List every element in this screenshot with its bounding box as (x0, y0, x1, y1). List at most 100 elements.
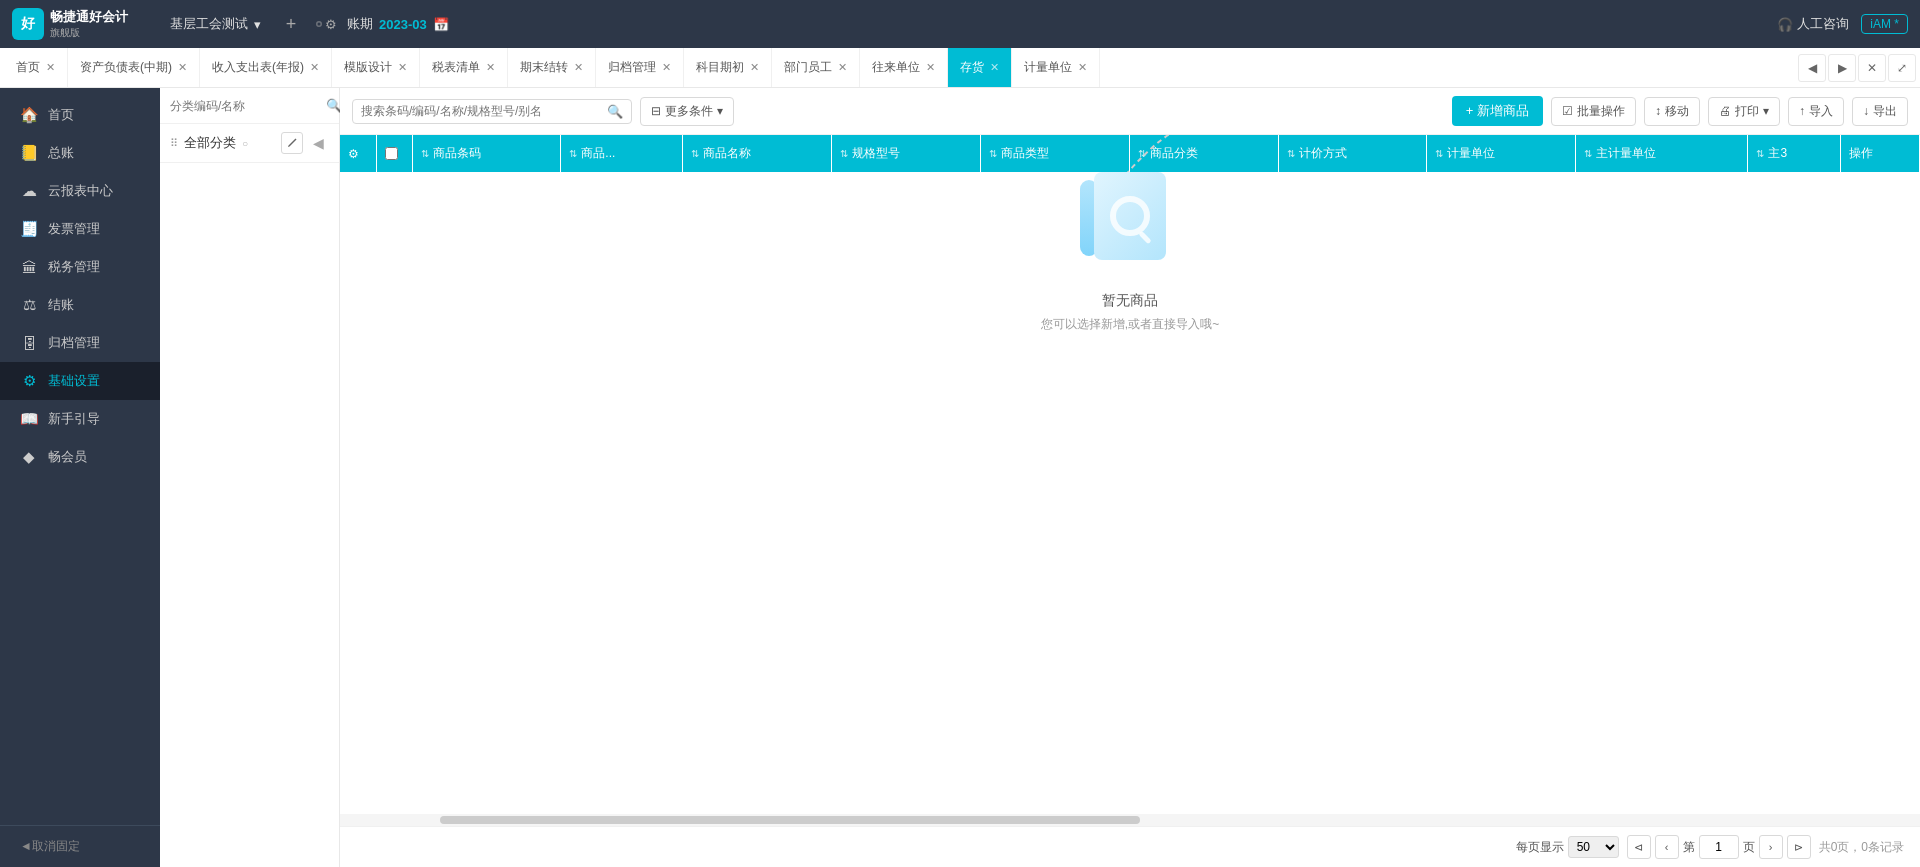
sidebar-item-reports[interactable]: ☁ 云报表中心 (0, 172, 160, 210)
page-number-input[interactable] (1699, 835, 1739, 859)
tab-close[interactable]: ✕ (1078, 61, 1087, 74)
gear-icon: ⚙ (20, 372, 38, 390)
sidebar-item-ledger[interactable]: 📒 总账 (0, 134, 160, 172)
th-main-unit[interactable]: ⇅ 主计量单位 (1576, 135, 1748, 172)
consult-button[interactable]: 🎧 人工咨询 (1777, 15, 1849, 33)
print-button[interactable]: 🖨 打印 ▾ (1708, 97, 1780, 126)
tab-unit[interactable]: 计量单位 ✕ (1012, 48, 1100, 88)
print-dropdown-icon: ▾ (1763, 104, 1769, 118)
tab-tax-list[interactable]: 税表清单 ✕ (420, 48, 508, 88)
account-button[interactable]: iAM * (1861, 14, 1908, 34)
member-icon: ◆ (20, 448, 38, 466)
tab-close[interactable]: ✕ (574, 61, 583, 74)
settings-button[interactable]: ⚙ (313, 12, 337, 36)
tab-homepage[interactable]: 首页 ✕ (4, 48, 68, 88)
panel-collapse-button[interactable]: ◀ (307, 132, 329, 154)
sort-icon: ⇅ (691, 148, 699, 159)
page-size-selector: 每页显示 50 10 20 100 (1516, 836, 1619, 858)
tab-inventory[interactable]: 存货 ✕ (948, 48, 1012, 88)
sidebar-item-archive[interactable]: 🗄 归档管理 (0, 324, 160, 362)
th-settings[interactable]: ⚙ (340, 135, 376, 172)
export-icon: ↓ (1863, 104, 1869, 118)
first-page-button[interactable]: ⊲ (1627, 835, 1651, 859)
add-product-button[interactable]: + 新增商品 (1452, 96, 1543, 126)
th-checkbox[interactable] (376, 135, 412, 172)
th-type[interactable]: ⇅ 商品类型 (980, 135, 1129, 172)
th-barcode[interactable]: ⇅ 商品条码 (412, 135, 561, 172)
import-button[interactable]: ↑ 导入 (1788, 97, 1844, 126)
content-area: 🔍 ⠿ 全部分类 ○ ◀ 🔍 (160, 88, 1920, 867)
page-navigation: ⊲ ‹ 第 页 › ⊳ (1627, 835, 1811, 859)
select-all-checkbox[interactable] (385, 147, 398, 160)
move-icon: ↕ (1655, 104, 1661, 118)
tab-expand-button[interactable]: ⤢ (1888, 54, 1916, 82)
last-page-button[interactable]: ⊳ (1787, 835, 1811, 859)
th-code[interactable]: ⇅ 商品... (561, 135, 683, 172)
sidebar: 🏠 首页 📒 总账 ☁ 云报表中心 🧾 发票管理 🏛 税务管理 ⚖ 结账 (0, 88, 160, 867)
th-unit[interactable]: ⇅ 计量单位 (1427, 135, 1576, 172)
unpin-button[interactable]: ◄取消固定 (0, 825, 160, 867)
category-search-input[interactable] (170, 99, 320, 113)
sidebar-item-basic-settings[interactable]: ⚙ 基础设置 (0, 362, 160, 400)
main-layout: 🏠 首页 📒 总账 ☁ 云报表中心 🧾 发票管理 🏛 税务管理 ⚖ 结账 (0, 88, 1920, 867)
tab-subject-initial[interactable]: 科目期初 ✕ (684, 48, 772, 88)
next-page-button[interactable]: › (1759, 835, 1783, 859)
tab-template-design[interactable]: 模版设计 ✕ (332, 48, 420, 88)
tab-department-staff[interactable]: 部门员工 ✕ (772, 48, 860, 88)
logo-area: 好 畅捷通好会计 旗舰版 (12, 8, 152, 40)
category-tag: ○ (242, 138, 248, 149)
tab-close[interactable]: ✕ (926, 61, 935, 74)
tab-bar: 首页 ✕ 资产负债表(中期) ✕ 收入支出表(年报) ✕ 模版设计 ✕ 税表清单… (0, 48, 1920, 88)
category-edit-button[interactable] (281, 132, 303, 154)
horizontal-scrollbar[interactable] (340, 814, 1920, 826)
export-button[interactable]: ↓ 导出 (1852, 97, 1908, 126)
move-button[interactable]: ↕ 移动 (1644, 97, 1700, 126)
more-filter-button[interactable]: ⊟ 更多条件 ▾ (640, 97, 734, 126)
tab-close[interactable]: ✕ (178, 61, 187, 74)
sidebar-item-invoice[interactable]: 🧾 发票管理 (0, 210, 160, 248)
th-spec[interactable]: ⇅ 规格型号 (832, 135, 981, 172)
toolbar: 🔍 ⊟ 更多条件 ▾ + 新增商品 ☑ 批量操作 ↕ 移动 (340, 88, 1920, 135)
company-selector[interactable]: 基层工会测试 ▾ (162, 11, 269, 37)
tab-next-button[interactable]: ▶ (1828, 54, 1856, 82)
prev-page-button[interactable]: ‹ (1655, 835, 1679, 859)
tab-close[interactable]: ✕ (838, 61, 847, 74)
tab-archive[interactable]: 归档管理 ✕ (596, 48, 684, 88)
tab-close[interactable]: ✕ (662, 61, 671, 74)
th-name[interactable]: ⇅ 商品名称 (683, 135, 832, 172)
tab-close[interactable]: ✕ (486, 61, 495, 74)
tab-close[interactable]: ✕ (310, 61, 319, 74)
sidebar-item-closing[interactable]: ⚖ 结账 (0, 286, 160, 324)
sidebar-item-home[interactable]: 🏠 首页 (0, 96, 160, 134)
tab-balance-sheet[interactable]: 资产负债表(中期) ✕ (68, 48, 200, 88)
category-search-box: 🔍 (160, 88, 339, 124)
sidebar-item-member[interactable]: ◆ 畅会员 (0, 438, 160, 476)
th-price-method[interactable]: ⇅ 计价方式 (1278, 135, 1427, 172)
tab-income-statement[interactable]: 收入支出表(年报) ✕ (200, 48, 332, 88)
empty-state: 暂无商品 您可以选择新增,或者直接导入哦~ (340, 172, 1920, 333)
sidebar-item-tax[interactable]: 🏛 税务管理 (0, 248, 160, 286)
product-search-input[interactable] (361, 104, 601, 118)
page-size-select[interactable]: 50 10 20 100 (1568, 836, 1619, 858)
sort-icon: ⇅ (1584, 148, 1592, 159)
period-info: 账期 2023-03 📅 (347, 15, 449, 33)
batch-icon: ☑ (1562, 104, 1573, 118)
tab-close[interactable]: ✕ (398, 61, 407, 74)
tab-period-transfer[interactable]: 期末结转 ✕ (508, 48, 596, 88)
add-tab-button[interactable]: + (279, 12, 303, 36)
search-icon[interactable]: 🔍 (607, 104, 623, 119)
calendar-icon[interactable]: 📅 (433, 17, 449, 32)
th-col3[interactable]: ⇅ 主3 (1748, 135, 1840, 172)
tab-contacts[interactable]: 往来单位 ✕ (860, 48, 948, 88)
tab-prev-button[interactable]: ◀ (1798, 54, 1826, 82)
tab-close[interactable]: ✕ (990, 61, 999, 74)
batch-button[interactable]: ☑ 批量操作 (1551, 97, 1636, 126)
print-icon: 🖨 (1719, 104, 1731, 118)
scroll-thumb[interactable] (440, 816, 1140, 824)
tax-icon: 🏛 (20, 259, 38, 276)
header-right: 🎧 人工咨询 iAM * (1777, 14, 1908, 34)
tab-close[interactable]: ✕ (46, 61, 55, 74)
tab-close-all-button[interactable]: ✕ (1858, 54, 1886, 82)
tab-close[interactable]: ✕ (750, 61, 759, 74)
sidebar-item-guide[interactable]: 📖 新手引导 (0, 400, 160, 438)
